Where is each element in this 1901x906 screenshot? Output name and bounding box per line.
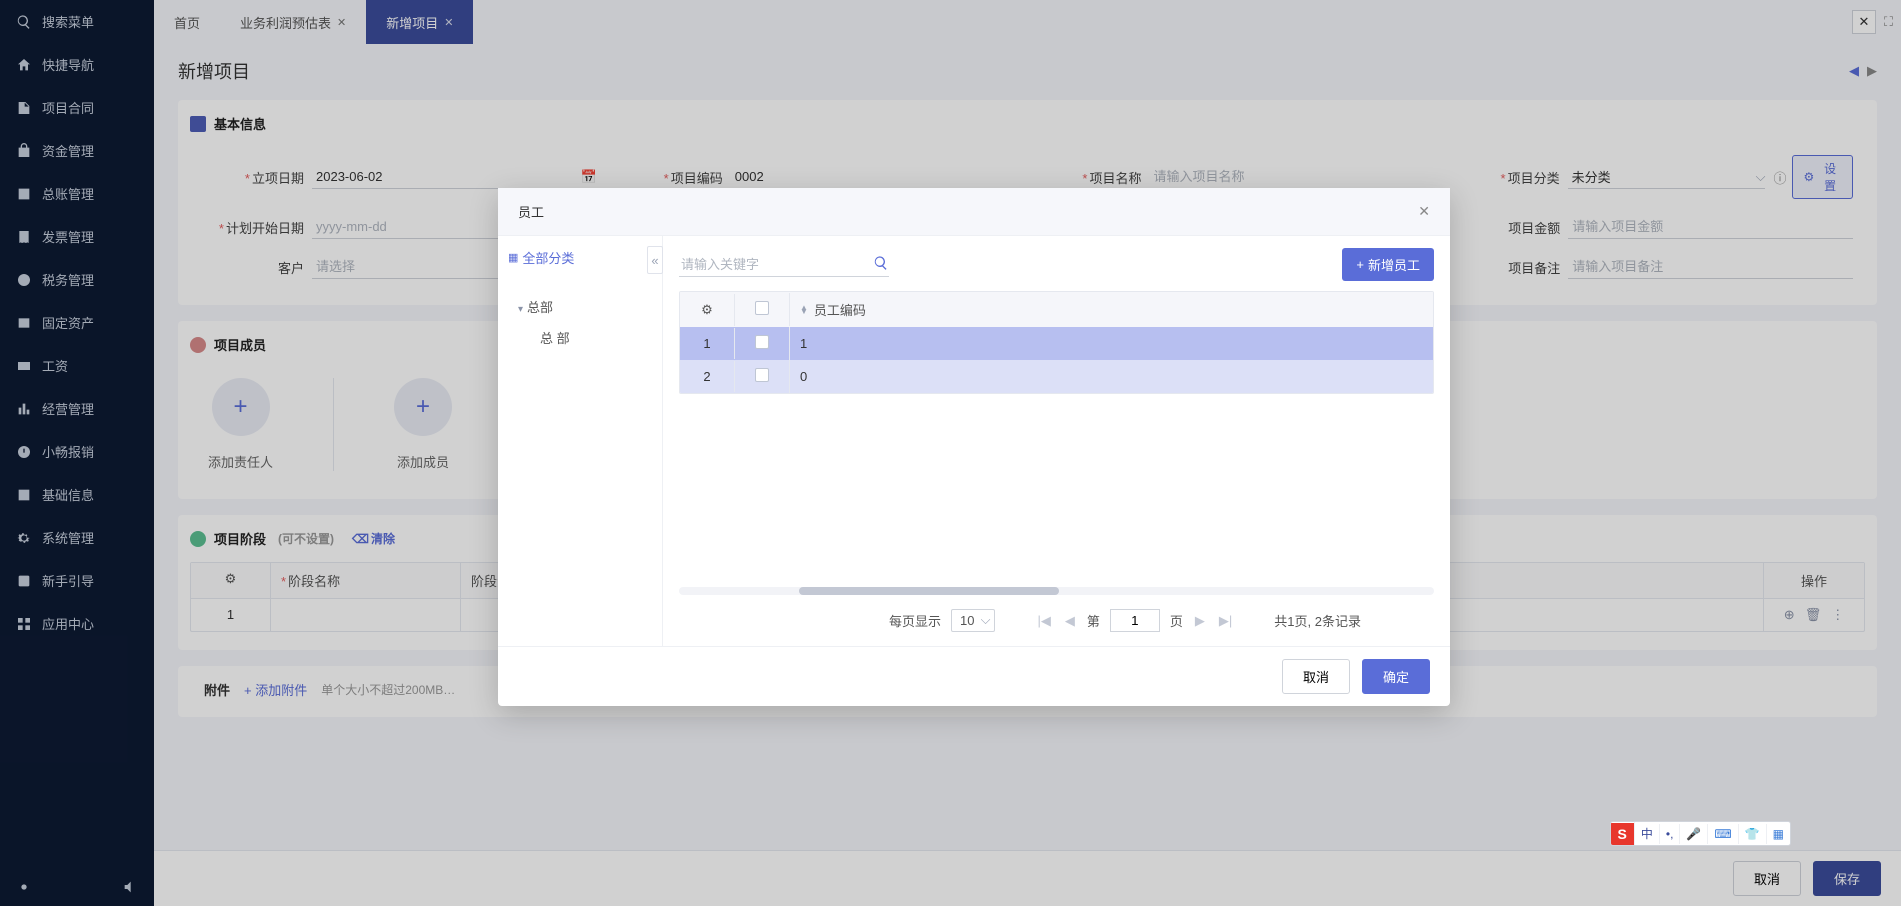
per-label: 每页显示	[889, 611, 941, 630]
ime-indicator[interactable]: S 中 •, 🎤 ⌨ 👕 ▦	[1610, 821, 1791, 846]
modal-ok-button[interactable]: 确定	[1362, 659, 1430, 694]
tree-root-label: 全部分类	[522, 248, 574, 267]
tree-pane: ▦ 全部分类 « ▾ 总部 总 部	[498, 236, 663, 646]
per-page-select[interactable]: 10	[951, 609, 995, 632]
collapse-tree-icon[interactable]: «	[647, 246, 663, 274]
page-suffix: 页	[1170, 611, 1183, 630]
add-employee-button[interactable]: + 新增员工	[1342, 248, 1434, 281]
ime-punct-icon: •,	[1659, 824, 1680, 844]
caret-down-icon: ▾	[518, 304, 523, 315]
row-index: 1	[680, 328, 735, 359]
tree-parent-label: 总部	[527, 300, 553, 315]
ime-kbd-icon: ⌨	[1707, 824, 1737, 844]
pager-bar: 每页显示 10 |◀ ◀ 第 页 ▶ ▶| 共1页, 2条记录	[679, 595, 1434, 646]
modal-title: 员工	[518, 202, 544, 221]
ime-mic-icon: 🎤	[1679, 824, 1707, 844]
horizontal-scrollbar[interactable]	[679, 587, 1434, 595]
row-code: 0	[790, 361, 1433, 392]
sort-icon[interactable]: ▲▼	[800, 306, 808, 314]
tree-child-label: 总 部	[540, 331, 570, 346]
row-index: 2	[680, 361, 735, 392]
table-row[interactable]: 1 1	[680, 327, 1433, 360]
pager-summary: 共1页, 2条记录	[1274, 611, 1361, 630]
grid-icon: ▦	[508, 251, 518, 264]
close-icon[interactable]: ✕	[1418, 203, 1430, 220]
ime-s: S	[1611, 823, 1634, 845]
tree-item-parent[interactable]: ▾ 总部	[518, 291, 652, 322]
ime-skin-icon: 👕	[1738, 824, 1766, 844]
row-checkbox[interactable]	[755, 335, 769, 349]
prev-page-icon[interactable]: ◀	[1063, 613, 1077, 629]
first-page-icon[interactable]: |◀	[1035, 613, 1052, 629]
next-page-icon[interactable]: ▶	[1193, 613, 1207, 629]
gear-header-icon[interactable]: ⚙	[680, 294, 735, 326]
row-code: 1	[790, 328, 1433, 359]
tree-root[interactable]: ▦ 全部分类	[508, 248, 652, 267]
page-input[interactable]	[1110, 609, 1160, 632]
page-prefix: 第	[1087, 611, 1100, 630]
row-checkbox[interactable]	[755, 368, 769, 382]
table-row[interactable]: 2 0	[680, 360, 1433, 393]
modal-cancel-button[interactable]: 取消	[1282, 659, 1350, 694]
search-icon[interactable]	[873, 255, 889, 274]
search-input[interactable]	[679, 253, 873, 276]
ime-menu-icon: ▦	[1766, 824, 1790, 844]
select-all-checkbox[interactable]	[755, 301, 769, 315]
col-code: 员工编码	[814, 300, 866, 319]
ime-lang: 中	[1634, 822, 1659, 845]
last-page-icon[interactable]: ▶|	[1217, 613, 1234, 629]
add-label: 新增员工	[1368, 255, 1420, 274]
plus-icon: +	[1356, 257, 1364, 272]
tree-item-child[interactable]: 总 部	[518, 322, 652, 353]
employee-modal: 员工 ✕ ▦ 全部分类 « ▾ 总部 总 部 + 新增员工 ⚙	[498, 188, 1450, 706]
scrollbar-thumb[interactable]	[799, 587, 1059, 595]
